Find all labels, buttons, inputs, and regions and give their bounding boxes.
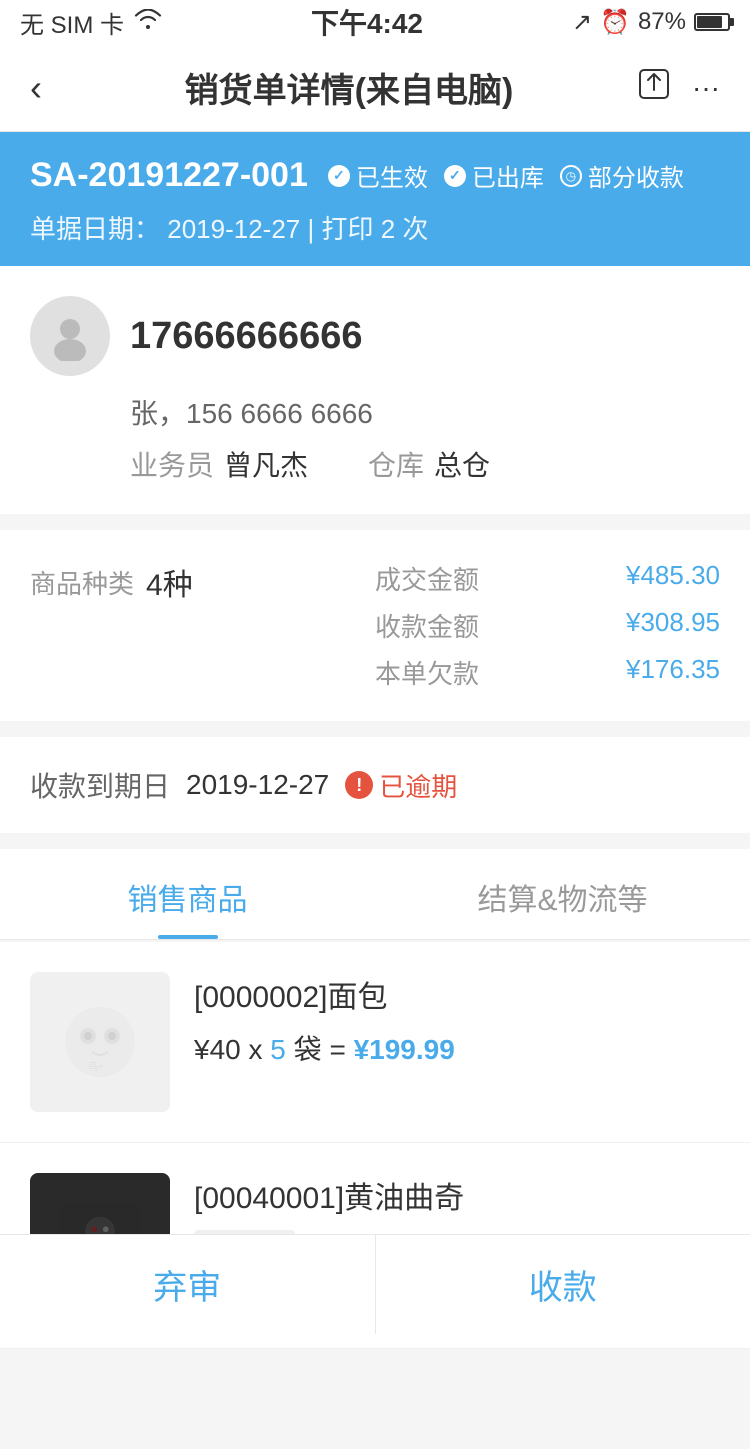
price-total-1: ¥199.99	[354, 1034, 455, 1065]
debt-label: 本单欠款	[375, 654, 479, 691]
product-info-1: [0000002]面包 ¥40 x 5 袋 = ¥199.99	[194, 972, 720, 1068]
overdue-icon: !	[345, 771, 373, 799]
status-partial: ◷ 部分收款	[560, 158, 684, 193]
wifi-icon	[134, 8, 162, 36]
status-group: ✓ 已生效 ✓ 已出库 ◷ 部分收款	[328, 158, 684, 193]
tab-settlement[interactable]: 结算&物流等	[375, 849, 750, 939]
warehouse-label: 仓库	[368, 444, 424, 484]
warehouse-value: 总仓	[434, 444, 490, 484]
location-icon: ↗	[572, 8, 592, 37]
date-label: 单据日期：	[30, 214, 160, 244]
price-value-1: ¥40	[194, 1034, 241, 1065]
avatar	[30, 296, 110, 376]
clock-icon: ◷	[560, 165, 582, 187]
no-sim-label: 无 SIM 卡	[20, 5, 124, 40]
print-suffix: 次	[402, 214, 428, 244]
product-name-2: [00040001]黄油曲奇	[194, 1173, 720, 1217]
amount-row: 成交金额 ¥485.30	[375, 560, 720, 597]
stats-right: 成交金额 ¥485.30 收款金额 ¥308.95 本单欠款 ¥176.35	[375, 560, 720, 691]
price-unit-1: 袋	[294, 1034, 322, 1065]
collected-value: ¥308.95	[626, 607, 720, 644]
status-active: ✓ 已生效	[328, 158, 428, 193]
check-icon-active: ✓	[328, 165, 350, 187]
customer-name-phone: 张，156 6666 6666	[30, 392, 720, 432]
back-button[interactable]: ‹	[30, 67, 42, 109]
overdue-text: 已逾期	[379, 767, 457, 804]
due-date-value: 2019-12-27	[186, 769, 329, 801]
salesman-label: 业务员	[130, 444, 214, 484]
print-separator: | 打印	[307, 214, 380, 244]
customer-section: 17666666666 张，156 6666 6666 业务员 曾凡杰 仓库 总…	[0, 266, 750, 514]
salesman-value: 曾凡杰	[224, 444, 308, 484]
stats-section: 商品种类 4种 成交金额 ¥485.30 收款金额 ¥308.95 本单欠款 ¥…	[0, 530, 750, 721]
more-button[interactable]: ···	[692, 72, 720, 104]
status-bar: 无 SIM 卡 下午4:42 ↗ ⏰ 87%	[0, 0, 750, 44]
due-section: 收款到期日 2019-12-27 ! 已逾期	[0, 737, 750, 833]
svg-text:鸟+: 鸟+	[88, 1060, 104, 1073]
order-id: SA-20191227-001	[30, 156, 308, 195]
nav-actions: ···	[636, 66, 720, 109]
print-count: 2	[381, 214, 395, 244]
collect-button[interactable]: 收款	[376, 1235, 750, 1334]
debt-row: 本单欠款 ¥176.35	[375, 654, 720, 691]
amount-value: ¥485.30	[626, 560, 720, 597]
product-name-1: [0000002]面包	[194, 972, 720, 1016]
alarm-icon: ⏰	[600, 8, 630, 37]
battery-icon	[694, 13, 730, 31]
bottom-bar: 弃审 收款	[0, 1234, 750, 1334]
tabs-section: 销售商品 结算&物流等	[0, 849, 750, 940]
price-qty-1: 5	[270, 1034, 286, 1065]
collected-label: 收款金额	[375, 607, 479, 644]
stats-left: 商品种类 4种	[30, 560, 375, 604]
product-type-row: 商品种类 4种	[30, 560, 375, 604]
product-type-value: 4种	[146, 560, 193, 604]
salesman-meta: 业务员 曾凡杰	[130, 444, 308, 484]
status-left: 无 SIM 卡	[20, 5, 162, 40]
product-price-1: ¥40 x 5 袋 = ¥199.99	[194, 1028, 720, 1068]
page-title: 销货单详情(来自电脑)	[62, 63, 636, 112]
overdue-badge: ! 已逾期	[345, 767, 457, 804]
product-image-1: 鸟+	[30, 972, 170, 1112]
customer-row: 17666666666	[30, 296, 720, 376]
check-icon-shipped: ✓	[444, 165, 466, 187]
tab-products[interactable]: 销售商品	[0, 849, 375, 939]
header-banner: SA-20191227-001 ✓ 已生效 ✓ 已出库 ◷ 部分收款 单据日期：…	[0, 132, 750, 266]
customer-meta: 业务员 曾凡杰 仓库 总仓	[30, 444, 720, 484]
battery-level: 87%	[638, 8, 686, 36]
reject-button[interactable]: 弃审	[0, 1235, 376, 1334]
due-label: 收款到期日	[30, 765, 170, 805]
customer-id: 17666666666	[130, 315, 362, 358]
collected-row: 收款金额 ¥308.95	[375, 607, 720, 644]
product-item: 鸟+ [0000002]面包 ¥40 x 5 袋 = ¥199.99	[0, 942, 750, 1143]
order-date: 2019-12-27	[167, 214, 300, 244]
amount-label: 成交金额	[375, 560, 479, 597]
debt-value: ¥176.35	[626, 654, 720, 691]
nav-bar: ‹ 销货单详情(来自电脑) ···	[0, 44, 750, 132]
banner-row1: SA-20191227-001 ✓ 已生效 ✓ 已出库 ◷ 部分收款	[30, 156, 720, 195]
share-button[interactable]	[636, 66, 672, 109]
status-shipped: ✓ 已出库	[444, 158, 544, 193]
warehouse-meta: 仓库 总仓	[368, 444, 490, 484]
product-type-label: 商品种类	[30, 564, 134, 601]
banner-date-row: 单据日期： 2019-12-27 | 打印 2 次	[30, 209, 720, 246]
status-right: ↗ ⏰ 87%	[572, 8, 730, 37]
status-time: 下午4:42	[311, 2, 423, 42]
